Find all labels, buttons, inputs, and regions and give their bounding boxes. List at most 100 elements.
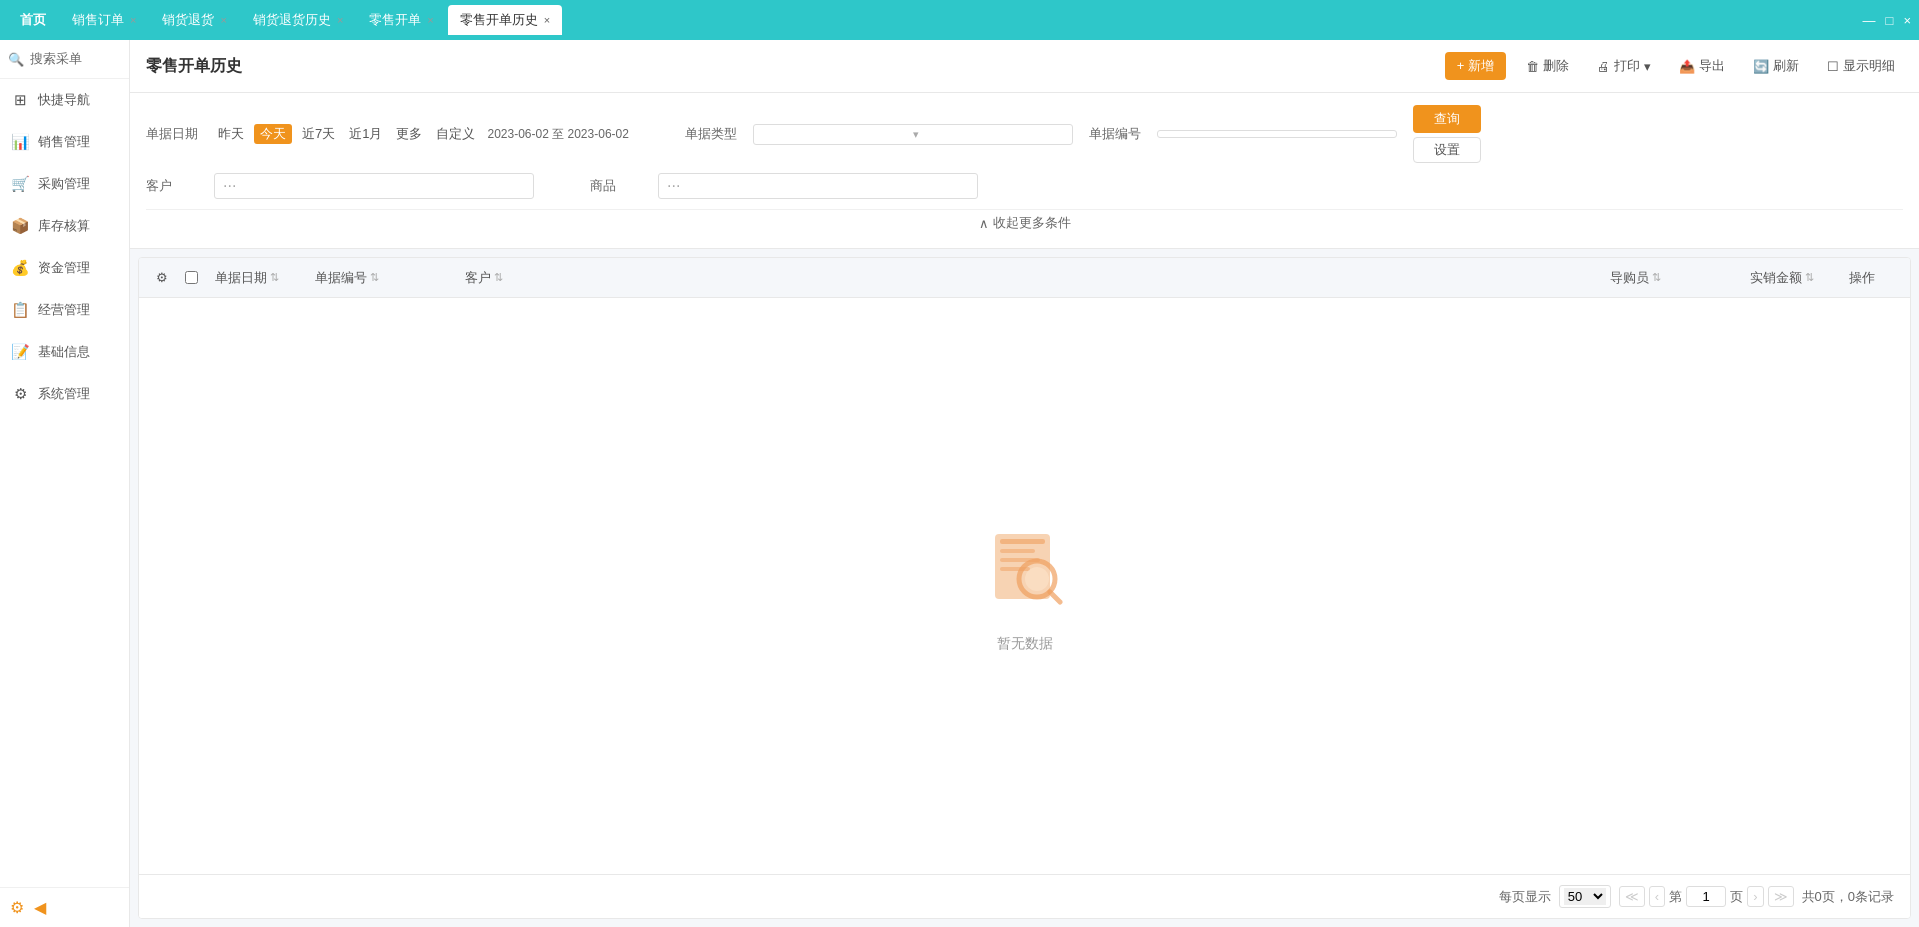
- tab-sales-return-history[interactable]: 销货退货历史 ×: [241, 5, 355, 35]
- empty-text: 暂无数据: [997, 635, 1053, 653]
- next-page-button[interactable]: ›: [1747, 886, 1763, 907]
- checkbox-icon: ☐: [1827, 59, 1839, 74]
- th-guide[interactable]: 导购员 ⇅: [1602, 269, 1702, 287]
- th-number-sort-icon: ⇅: [370, 271, 379, 284]
- goods-input[interactable]: ···: [658, 173, 978, 199]
- refresh-button-label: 刷新: [1773, 57, 1799, 75]
- toolbar: + 新增 🗑 删除 🖨 打印 ▾ 📤 导出 🔄 刷新: [1445, 52, 1903, 92]
- ops-mgmt-icon: 📋: [10, 301, 30, 319]
- add-button[interactable]: + 新增: [1445, 52, 1506, 80]
- sales-mgmt-icon: 📊: [10, 133, 30, 151]
- page-title: 零售开单历史: [146, 56, 242, 89]
- tab-sales-return-history-close[interactable]: ×: [337, 14, 343, 26]
- close-button[interactable]: ×: [1903, 13, 1911, 28]
- table-area: ⚙ 单据日期 ⇅ 单据编号 ⇅ 客户 ⇅ 导购员 ⇅: [138, 257, 1911, 919]
- page-number-input[interactable]: [1686, 886, 1726, 907]
- doc-number-filter-group: 单据编号: [1089, 125, 1397, 143]
- tab-retail-open-history-close[interactable]: ×: [544, 14, 550, 26]
- date-opt-7days[interactable]: 近7天: [298, 124, 339, 144]
- prev-page-button[interactable]: ‹: [1649, 886, 1665, 907]
- date-filter-group: 单据日期 昨天 今天 近7天 近1月 更多 自定义 2023-06-02 至 2…: [146, 124, 629, 144]
- per-page-dropdown[interactable]: 10 20 50 100: [1564, 888, 1606, 905]
- tab-retail-open-history[interactable]: 零售开单历史 ×: [448, 5, 562, 35]
- export-button[interactable]: 📤 导出: [1671, 53, 1733, 79]
- table-checkbox-all[interactable]: [177, 271, 207, 284]
- finance-mgmt-icon: 💰: [10, 259, 30, 277]
- last-page-button[interactable]: ≫: [1768, 886, 1794, 907]
- table-header: ⚙ 单据日期 ⇅ 单据编号 ⇅ 客户 ⇅ 导购员 ⇅: [139, 258, 1910, 298]
- th-amount-label: 实销金额: [1750, 269, 1802, 287]
- page-prefix-label: 第: [1669, 888, 1682, 906]
- purchase-mgmt-icon: 🛒: [10, 175, 30, 193]
- doc-type-filter-group: 单据类型 ▾: [685, 124, 1073, 145]
- display-detail-button[interactable]: ☐ 显示明细: [1819, 53, 1903, 79]
- print-button[interactable]: 🖨 打印 ▾: [1589, 53, 1659, 79]
- sidebar-search[interactable]: 🔍 搜索采单: [0, 40, 129, 79]
- select-all-checkbox[interactable]: [185, 271, 198, 284]
- per-page-label: 每页显示: [1499, 888, 1551, 906]
- date-opt-more[interactable]: 更多: [392, 124, 426, 144]
- sidebar-item-purchase-mgmt[interactable]: 🛒 采购管理: [0, 163, 129, 205]
- pagination: 每页显示 10 20 50 100 ≪ ‹ 第 页 › ≫: [139, 874, 1910, 918]
- page-nav: ≪ ‹ 第 页 › ≫: [1619, 886, 1794, 907]
- tab-retail-open-close[interactable]: ×: [427, 14, 433, 26]
- customer-input[interactable]: ···: [214, 173, 534, 199]
- sidebar-collapse-icon[interactable]: ◀: [34, 898, 46, 917]
- date-opt-custom[interactable]: 自定义: [432, 124, 479, 144]
- sys-mgmt-icon: ⚙: [10, 385, 30, 403]
- date-opt-today[interactable]: 今天: [254, 124, 292, 144]
- customer-filter-group: 客户 ···: [146, 173, 534, 199]
- tab-retail-open-label: 零售开单: [369, 11, 421, 29]
- print-icon: 🖨: [1597, 59, 1610, 74]
- tab-sales-return[interactable]: 销货退货 ×: [150, 5, 238, 35]
- filter-row-1: 单据日期 昨天 今天 近7天 近1月 更多 自定义 2023-06-02 至 2…: [146, 105, 1903, 163]
- per-page-select[interactable]: 10 20 50 100: [1559, 885, 1611, 908]
- th-amount[interactable]: 实销金额 ⇅: [1702, 269, 1822, 287]
- th-date[interactable]: 单据日期 ⇅: [207, 269, 307, 287]
- date-opt-yesterday[interactable]: 昨天: [214, 124, 248, 144]
- action-buttons: 查询 设置: [1413, 105, 1481, 163]
- sidebar-item-ops-mgmt-label: 经营管理: [38, 301, 90, 319]
- tab-sales-return-label: 销货退货: [162, 11, 214, 29]
- tab-home-label: 首页: [20, 11, 46, 29]
- sidebar-gear-icon[interactable]: ⚙: [10, 898, 24, 917]
- sidebar-item-basic-info[interactable]: 📝 基础信息: [0, 331, 129, 373]
- filter-area: 单据日期 昨天 今天 近7天 近1月 更多 自定义 2023-06-02 至 2…: [130, 93, 1919, 249]
- sidebar-item-sales-mgmt[interactable]: 📊 销售管理: [0, 121, 129, 163]
- basic-info-icon: 📝: [10, 343, 30, 361]
- tab-sales-order[interactable]: 销售订单 ×: [60, 5, 148, 35]
- customer-dots-icon: ···: [223, 177, 525, 195]
- print-button-label: 打印: [1614, 57, 1640, 75]
- date-opt-1month[interactable]: 近1月: [345, 124, 386, 144]
- refresh-button[interactable]: 🔄 刷新: [1745, 53, 1807, 79]
- settings-button[interactable]: 设置: [1413, 137, 1481, 163]
- tab-sales-order-close[interactable]: ×: [130, 14, 136, 26]
- tab-retail-open[interactable]: 零售开单 ×: [357, 5, 445, 35]
- sidebar-item-quick-nav[interactable]: ⊞ 快捷导航: [0, 79, 129, 121]
- sidebar-item-sys-mgmt[interactable]: ⚙ 系统管理: [0, 373, 129, 415]
- query-button[interactable]: 查询: [1413, 105, 1481, 133]
- svg-rect-1: [1000, 539, 1045, 544]
- sidebar-item-purchase-mgmt-label: 采购管理: [38, 175, 90, 193]
- doc-number-input[interactable]: [1157, 130, 1397, 138]
- sidebar-item-finance-mgmt[interactable]: 💰 资金管理: [0, 247, 129, 289]
- sidebar-item-finance-mgmt-label: 资金管理: [38, 259, 90, 277]
- tab-sales-order-label: 销售订单: [72, 11, 124, 29]
- sidebar-item-stock-calc[interactable]: 📦 库存核算: [0, 205, 129, 247]
- table-settings-icon[interactable]: ⚙: [147, 270, 177, 285]
- tab-home[interactable]: 首页: [8, 5, 58, 35]
- top-nav-bar: 首页 销售订单 × 销货退货 × 销货退货历史 × 零售开单 × 零售开单历史 …: [0, 0, 1919, 40]
- date-options: 昨天 今天 近7天 近1月 更多 自定义: [214, 124, 479, 144]
- delete-button[interactable]: 🗑 删除: [1518, 53, 1577, 79]
- th-number[interactable]: 单据编号 ⇅: [307, 269, 457, 287]
- tab-sales-return-close[interactable]: ×: [220, 14, 226, 26]
- sidebar-item-ops-mgmt[interactable]: 📋 经营管理: [0, 289, 129, 331]
- doc-type-label: 单据类型: [685, 125, 745, 143]
- first-page-button[interactable]: ≪: [1619, 886, 1645, 907]
- doc-type-select[interactable]: ▾: [753, 124, 1073, 145]
- collapse-more-btn[interactable]: ∧ 收起更多条件: [146, 209, 1903, 236]
- th-customer[interactable]: 客户 ⇅: [457, 269, 1602, 287]
- minimize-button[interactable]: —: [1863, 13, 1876, 28]
- th-customer-label: 客户: [465, 269, 491, 287]
- restore-button[interactable]: □: [1886, 13, 1894, 28]
